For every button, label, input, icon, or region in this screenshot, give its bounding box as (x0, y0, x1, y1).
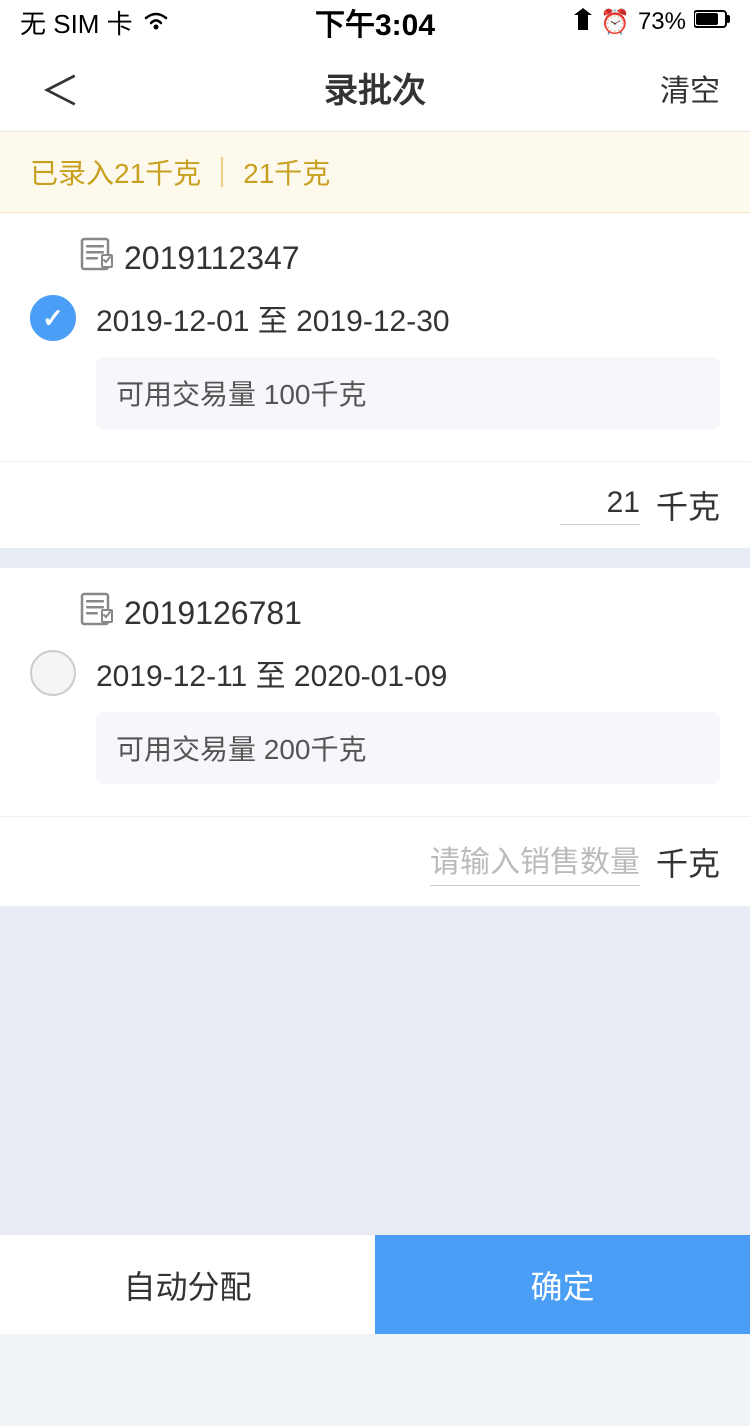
input-row-2: 请输入销售数量 千克 (0, 816, 750, 906)
nav-bar: ＜ 录批次 清空 (0, 44, 750, 132)
quantity-number: 21 (607, 486, 640, 519)
location-icon (574, 8, 592, 37)
input-unit-2: 千克 (656, 839, 720, 885)
info-divider (221, 157, 223, 187)
quantity-unit-1: 千克 (656, 482, 720, 528)
status-left: 无 SIM 卡 (20, 4, 171, 41)
alarm-icon: ⏰ (600, 8, 630, 37)
batch-doc-icon-1 (80, 237, 114, 279)
recorded-amount: 已录入21千克 (30, 152, 201, 192)
batch-card-2: 2019126781 2019-12-11 至 2020-01-09 可用交易量… (0, 568, 750, 906)
info-banner: 已录入21千克 21千克 (0, 132, 750, 213)
battery-percent: 73% (638, 8, 686, 36)
batch-id-row-1: 2019112347 (30, 237, 720, 279)
confirm-button[interactable]: 确定 (375, 1235, 750, 1334)
back-button[interactable]: ＜ (30, 49, 90, 127)
quantity-input-2[interactable]: 请输入销售数量 (430, 837, 640, 886)
wifi-icon (141, 7, 171, 38)
batch-date-text-1: 2019-12-01 至 2019-12-30 (96, 296, 450, 340)
bottom-bar: 自动分配 确定 (0, 1234, 750, 1334)
radio-2[interactable] (30, 650, 76, 696)
batch-date-text-2: 2019-12-11 至 2020-01-09 (96, 651, 447, 695)
clear-button[interactable]: 清空 (660, 66, 720, 110)
page-title: 录批次 (324, 63, 426, 112)
input-placeholder-text: 请输入销售数量 (430, 846, 640, 879)
quantity-value: 21 (560, 486, 640, 525)
batch-id-row-2: 2019126781 (30, 592, 720, 634)
radio-1[interactable] (30, 295, 76, 341)
batch-volume-1: 可用交易量 100千克 (96, 357, 720, 429)
batch-date-row-2[interactable]: 2019-12-11 至 2020-01-09 (30, 650, 720, 696)
auto-distribute-button[interactable]: 自动分配 (0, 1235, 375, 1334)
batch-volume-2: 可用交易量 200千克 (96, 712, 720, 784)
total-amount: 21千克 (243, 152, 330, 192)
batch-id-text-1: 2019112347 (124, 240, 300, 277)
batch-id-text-2: 2019126781 (124, 595, 302, 632)
section-divider (0, 548, 750, 568)
batch-doc-icon-2 (80, 592, 114, 634)
sim-status: 无 SIM 卡 (20, 4, 133, 41)
status-bar: 无 SIM 卡 下午3:04 ⏰ 73% (0, 0, 750, 44)
quantity-row-1: 21 千克 (0, 461, 750, 548)
batch-date-row-1[interactable]: 2019-12-01 至 2019-12-30 (30, 295, 720, 341)
status-time: 下午3:04 (315, 0, 435, 44)
batch-card-1: 2019112347 2019-12-01 至 2019-12-30 可用交易量… (0, 213, 750, 548)
battery-icon (694, 8, 730, 36)
status-right: ⏰ 73% (574, 8, 730, 37)
